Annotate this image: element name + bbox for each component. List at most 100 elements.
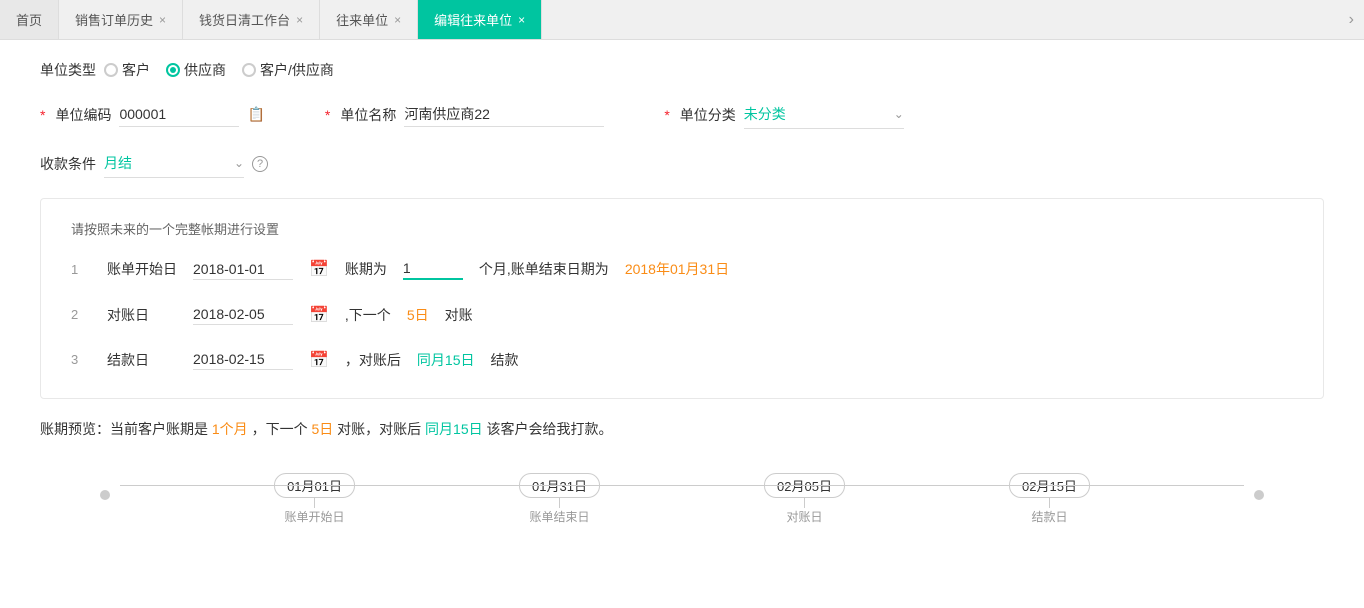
timeline-line	[120, 485, 1244, 486]
payment-condition-dropdown[interactable]: 月结 ⌄	[104, 149, 244, 178]
payment-desc2: 结款	[491, 350, 519, 370]
unit-name-star: *	[325, 107, 330, 123]
tab-bar: 首页 销售订单历史 × 钱货日清工作台 × 往来单位 × 编辑往来单位 × ›	[0, 0, 1364, 40]
timeline-node-2: 01月31日 账单结束日	[519, 473, 600, 525]
timeline-end-dot	[1254, 490, 1264, 500]
tab-cash-work-close[interactable]: ×	[296, 13, 303, 27]
timeline-container: 01月01日 账单开始日 01月31日 账单结束日 02月05日 对账日 02月…	[40, 463, 1324, 565]
unit-category-group: * 单位分类 未分类 ⌄	[664, 100, 903, 129]
row-num-1: 1	[71, 262, 91, 277]
timeline-label-1: 账单开始日	[285, 508, 345, 525]
timeline-start-dot-container	[100, 473, 110, 500]
reconcile-desc: ,下一个	[345, 305, 391, 325]
period-settings-section: 请按照未来的一个完整帐期进行设置 1 账单开始日 📅 账期为 个月,账单结束日期…	[40, 198, 1324, 399]
unit-name-label: 单位名称	[340, 105, 396, 125]
timeline-label-2: 账单结束日	[530, 508, 590, 525]
payment-label: 结款日	[107, 350, 177, 370]
tab-edit-partner[interactable]: 编辑往来单位 ×	[418, 0, 542, 39]
timeline-nodes: 01月01日 账单开始日 01月31日 账单结束日 02月05日 对账日 02月…	[100, 473, 1264, 525]
unit-code-label: 单位编码	[55, 105, 111, 125]
tab-sales-history-label: 销售订单历史	[75, 10, 153, 29]
main-content: 单位类型 客户 供应商 客户/供应商 * 单位编码	[0, 40, 1364, 608]
unit-category-dropdown[interactable]: 未分类 ⌄	[744, 100, 904, 129]
payment-condition-value: 月结	[104, 153, 230, 173]
tab-cash-work-label: 钱货日清工作台	[199, 10, 290, 29]
timeline-end-dot-container	[1254, 473, 1264, 500]
bill-end-date-highlight: 2018年01月31日	[625, 259, 729, 279]
preview-day-highlight2: 同月15日	[425, 421, 483, 437]
payment-condition-row: 收款条件 月结 ⌄ ?	[40, 149, 1324, 178]
help-icon[interactable]: ?	[252, 156, 268, 172]
unit-code-input[interactable]	[119, 102, 239, 127]
tab-partner-close[interactable]: ×	[394, 13, 401, 27]
timeline-connector-1	[314, 498, 315, 508]
payment-calendar-icon[interactable]: 📅	[309, 350, 329, 370]
preview-day-highlight1: 5日	[311, 421, 333, 437]
unit-name-group: * 单位名称	[325, 102, 604, 127]
preview-middle1: ，下一个	[252, 421, 308, 437]
timeline-node-3: 02月05日 对账日	[764, 473, 845, 525]
preview-section: 账期预览：当前客户账期是 1个月 ，下一个 5日 对账，对账后 同月15日 该客…	[40, 419, 1324, 439]
unit-type-label: 单位类型	[40, 60, 96, 80]
unit-type-row: 单位类型 客户 供应商 客户/供应商	[40, 60, 1324, 80]
timeline-connector-2	[559, 498, 560, 508]
row-num-2: 2	[71, 307, 91, 322]
payment-condition-group: 收款条件 月结 ⌄ ?	[40, 149, 268, 178]
radio-group-unit-type: 客户 供应商 客户/供应商	[104, 60, 334, 80]
unit-code-group: * 单位编码 📋	[40, 102, 265, 127]
preview-period-highlight: 1个月	[212, 421, 248, 437]
radio-supplier[interactable]: 供应商	[166, 60, 226, 80]
reconcile-desc2: 对账	[445, 305, 473, 325]
payment-desc: ，对账后	[345, 350, 401, 370]
radio-customer-circle	[104, 63, 118, 77]
timeline-start-dot	[100, 490, 110, 500]
timeline-label-3: 对账日	[786, 508, 822, 525]
bill-start-row: 1 账单开始日 📅 账期为 个月,账单结束日期为 2018年01月31日	[71, 258, 1293, 280]
tab-scroll-right[interactable]: ›	[1339, 0, 1364, 39]
unit-code-star: *	[40, 107, 45, 123]
timeline-node-4: 02月15日 结款日	[1009, 473, 1090, 525]
bill-start-date-input[interactable]	[193, 259, 293, 280]
unit-name-input[interactable]	[404, 102, 604, 127]
tab-partner[interactable]: 往来单位 ×	[320, 0, 418, 39]
radio-both[interactable]: 客户/供应商	[242, 60, 334, 80]
tab-cash-work[interactable]: 钱货日清工作台 ×	[183, 0, 320, 39]
tab-sales-history-close[interactable]: ×	[159, 13, 166, 27]
reconcile-calendar-icon[interactable]: 📅	[309, 305, 329, 325]
tab-home[interactable]: 首页	[0, 0, 59, 39]
unit-category-star: *	[664, 107, 669, 123]
radio-supplier-label: 供应商	[184, 60, 226, 80]
unit-info-row: * 单位编码 📋 * 单位名称 * 单位分类 未分类 ⌄	[40, 100, 1324, 129]
payment-date-input[interactable]	[193, 349, 293, 370]
radio-customer-label: 客户	[122, 60, 150, 80]
timeline-node-1: 01月01日 账单开始日	[274, 473, 355, 525]
row-num-3: 3	[71, 352, 91, 367]
tab-edit-partner-label: 编辑往来单位	[434, 10, 512, 29]
tab-home-label: 首页	[16, 10, 42, 29]
unit-category-arrow-icon: ⌄	[894, 107, 904, 121]
bill-start-calendar-icon[interactable]: 📅	[309, 259, 329, 279]
tab-sales-history[interactable]: 销售订单历史 ×	[59, 0, 183, 39]
preview-suffix: 该客户会给我打款。	[487, 421, 613, 437]
radio-supplier-circle	[166, 63, 180, 77]
period-value-input[interactable]	[403, 258, 463, 280]
radio-both-label: 客户/供应商	[260, 60, 334, 80]
radio-customer[interactable]: 客户	[104, 60, 150, 80]
bill-start-label: 账单开始日	[107, 259, 177, 279]
reconcile-label: 对账日	[107, 305, 177, 325]
payment-row: 3 结款日 📅 ，对账后 同月15日 结款	[71, 349, 1293, 370]
unit-category-label: 单位分类	[680, 105, 736, 125]
payment-condition-label: 收款条件	[40, 154, 96, 174]
reconcile-date-input[interactable]	[193, 304, 293, 325]
tab-partner-label: 往来单位	[336, 10, 388, 29]
bill-start-desc-suffix: 个月,账单结束日期为	[479, 259, 609, 279]
unit-category-value: 未分类	[744, 104, 890, 124]
payment-day-highlight: 同月15日	[417, 350, 475, 370]
timeline-label-4: 结款日	[1031, 508, 1067, 525]
unit-type-group: 单位类型 客户 供应商 客户/供应商	[40, 60, 334, 80]
timeline-connector-4	[1049, 498, 1050, 508]
timeline-connector-3	[804, 498, 805, 508]
copy-icon[interactable]: 📋	[247, 106, 264, 123]
section-instruction: 请按照未来的一个完整帐期进行设置	[71, 219, 1293, 238]
tab-edit-partner-close[interactable]: ×	[518, 13, 525, 27]
